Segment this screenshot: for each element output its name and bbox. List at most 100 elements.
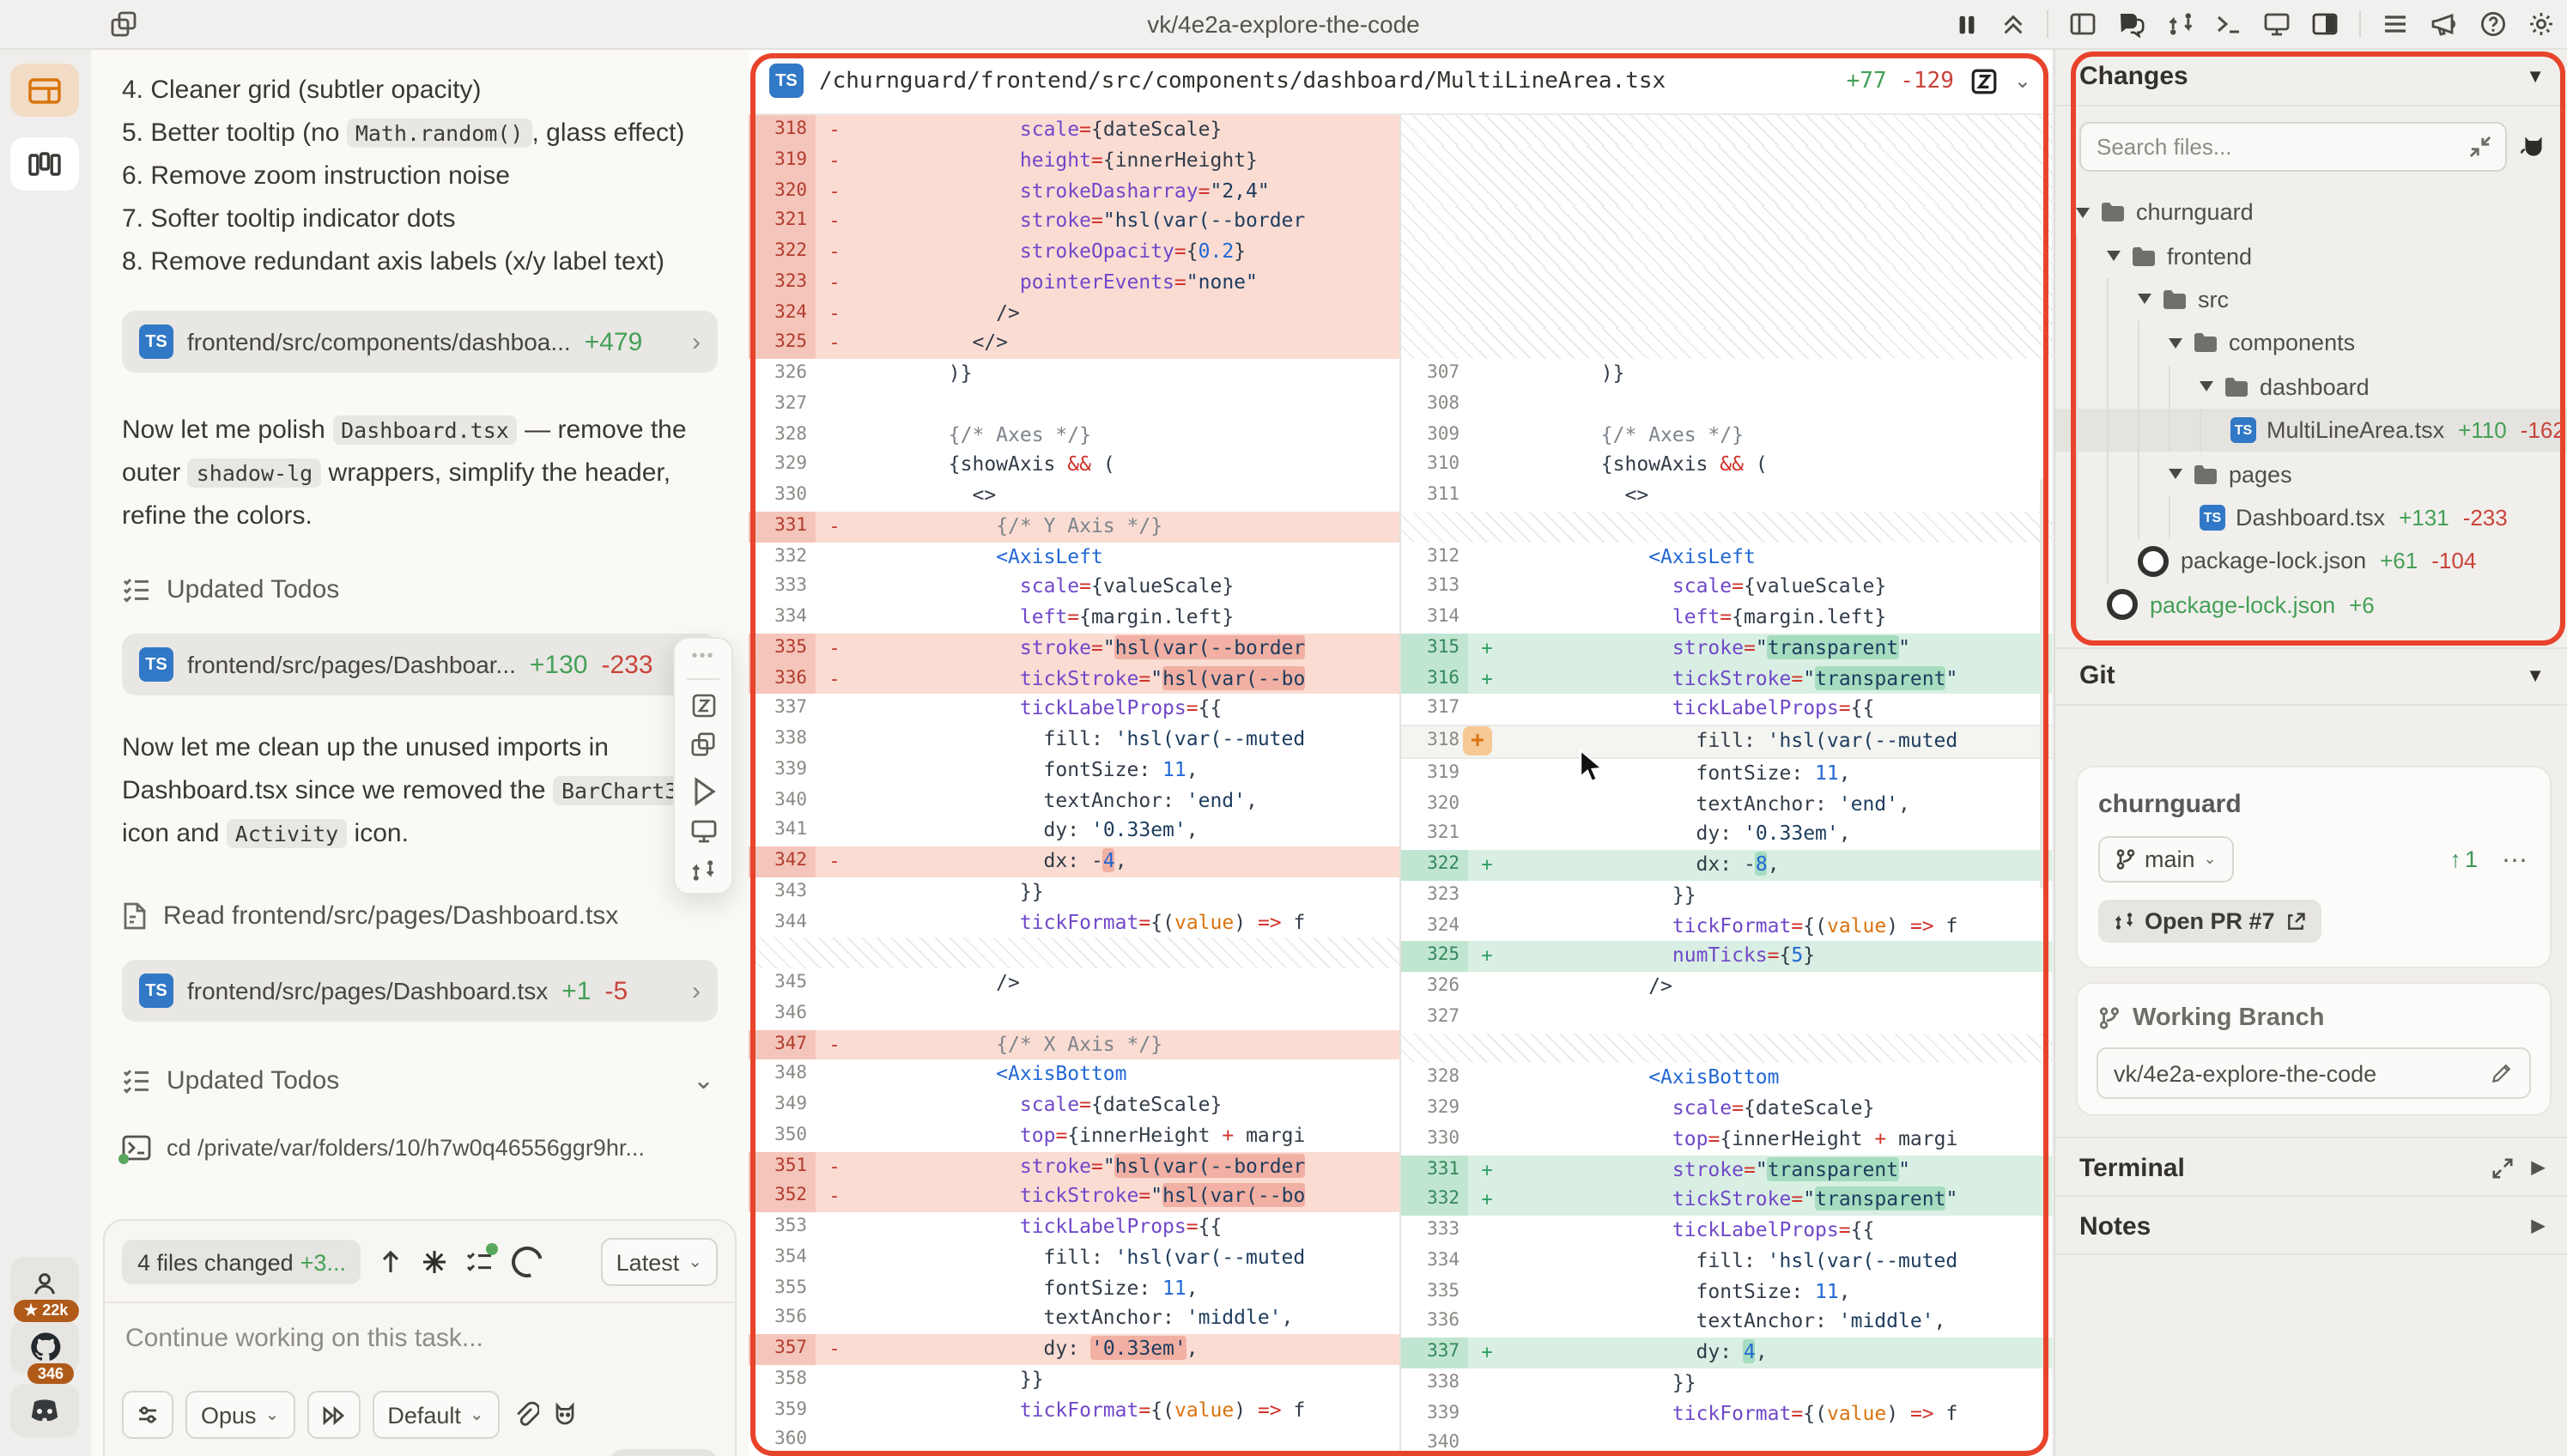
version-dropdown[interactable]: Latest ⌄ <box>601 1238 718 1286</box>
send-button[interactable]: Send <box>610 1449 718 1456</box>
tree-item-package-lock-json[interactable]: package-lock.json+6 <box>2055 583 2567 627</box>
commits-ahead[interactable]: ↑1 <box>2449 846 2478 872</box>
upload-icon[interactable] <box>379 1248 404 1276</box>
chevron-down-icon[interactable]: ⌄ <box>2014 69 2031 93</box>
megaphone-icon[interactable] <box>2430 10 2459 38</box>
menu-icon[interactable] <box>2382 10 2409 38</box>
file-diff-chip[interactable]: TS frontend/src/pages/Dashboard.tsx +1 -… <box>122 960 718 1022</box>
copy-icon[interactable] <box>690 731 716 757</box>
git-section-header[interactable]: Git ▼ <box>2055 649 2567 704</box>
code-line: fontSize: 11, <box>1506 1277 2052 1307</box>
diff-row: 323- pointerEvents="none" <box>749 268 1399 299</box>
tree-item-multilinearea-tsx[interactable]: TSMultiLineArea.tsx+110-162 <box>2055 409 2567 452</box>
discord-button[interactable] <box>10 1384 79 1437</box>
monitor-icon[interactable] <box>2263 10 2291 38</box>
assistant-paragraph: Now let me clean up the unused imports i… <box>122 726 725 855</box>
layout-tab-active[interactable] <box>10 64 79 117</box>
working-branch-label: Working Branch <box>2133 1004 2324 1032</box>
tree-item-src[interactable]: src <box>2055 278 2567 322</box>
terminal-section-header[interactable]: Terminal ▶ <box>2055 1140 2567 1195</box>
tree-item-label: package-lock.json <box>2150 592 2335 617</box>
fast-forward-button[interactable] <box>306 1391 360 1439</box>
line-number: 335 <box>749 634 816 664</box>
chevron-down-icon: ⌄ <box>265 1405 280 1424</box>
code-line: {/* Axes */} <box>1506 420 2052 451</box>
git-compare-icon[interactable] <box>2167 10 2194 38</box>
play-icon[interactable] <box>689 776 717 807</box>
code-line <box>1506 1429 2052 1456</box>
chevron-down-icon[interactable]: ⌄ <box>693 1059 714 1102</box>
diff-marker <box>816 1304 853 1335</box>
attachment-icon[interactable] <box>512 1401 539 1429</box>
burst-icon[interactable] <box>422 1248 449 1276</box>
tree-item-dashboard-tsx[interactable]: TSDashboard.tsx+131-233 <box>2055 495 2567 539</box>
cat-icon[interactable] <box>2519 132 2548 161</box>
chat-bubbles-icon[interactable] <box>2117 10 2146 38</box>
diff-row: 342- dx: -4, <box>749 846 1399 877</box>
collapse-tree-icon[interactable] <box>2469 136 2491 158</box>
tree-item-label: frontend <box>2167 243 2252 269</box>
files-changed-chip[interactable]: 4 files changed +3... <box>122 1240 361 1284</box>
tree-item-components[interactable]: components <box>2055 321 2567 365</box>
branch-dropdown[interactable]: main ⌄ <box>2098 836 2234 883</box>
line-number: 326 <box>1401 972 1468 1003</box>
tree-item-pages[interactable]: pages <box>2055 452 2567 496</box>
code-line: /> <box>853 298 1399 329</box>
more-options-icon[interactable]: ⋯ <box>2502 844 2529 875</box>
todos-row[interactable]: Updated Todos <box>122 568 725 611</box>
caret-down-icon: ▼ <box>2526 666 2545 687</box>
code-line: tickLabelProps={{ <box>1506 1216 2052 1247</box>
todo-list-icon[interactable] <box>466 1248 495 1276</box>
todos-row[interactable]: Updated Todos ⌄ <box>122 1059 725 1102</box>
diff-row: 338 }} <box>1401 1368 2052 1399</box>
diff-marker <box>1468 1094 1506 1125</box>
changes-section-header[interactable]: Changes ▼ <box>2055 48 2567 105</box>
tree-item-frontend[interactable]: frontend <box>2055 234 2567 278</box>
git-compare-icon[interactable] <box>690 857 716 884</box>
monitor-icon[interactable] <box>689 819 717 845</box>
edit-diff-icon[interactable] <box>689 692 717 719</box>
terminal-command-row[interactable]: cd /private/var/folders/10/h7w0q46556ggr… <box>122 1126 725 1169</box>
mode-dropdown[interactable]: Default ⌄ <box>372 1391 499 1439</box>
chevron-right-icon: › <box>692 969 701 1012</box>
settings-sliders-button[interactable] <box>122 1391 173 1439</box>
code-line: <AxisBottom <box>1506 1064 2052 1095</box>
tree-item-label: dashboard <box>2260 374 2370 400</box>
more-options-icon[interactable]: ••• <box>691 647 714 666</box>
deletions-count: -233 <box>2463 505 2508 531</box>
diff-row: 323 }} <box>1401 881 2052 912</box>
help-icon[interactable] <box>2479 10 2507 38</box>
scrollbar[interactable] <box>2040 477 2048 889</box>
notes-section-header[interactable]: Notes ▶ <box>2055 1198 2567 1253</box>
edit-diff-icon[interactable] <box>1969 66 1999 95</box>
pencil-icon[interactable] <box>2490 1061 2514 1085</box>
search-files-input[interactable] <box>2079 122 2507 172</box>
tree-item-dashboard[interactable]: dashboard <box>2055 365 2567 409</box>
gear-icon[interactable] <box>2528 10 2555 38</box>
file-diff-chip[interactable]: TS frontend/src/components/dashboa... +4… <box>122 311 718 373</box>
code-line: <AxisBottom <box>853 1060 1399 1091</box>
open-pr-button[interactable]: Open PR #7 <box>2098 900 2321 943</box>
indent-guide <box>2076 365 2107 409</box>
line-number: 324 <box>749 298 816 329</box>
diff-marker <box>816 1060 853 1091</box>
message-input[interactable]: Continue working on this task... <box>105 1303 735 1374</box>
pause-icon[interactable] <box>1954 11 1980 37</box>
read-file-row[interactable]: Read frontend/src/pages/Dashboard.tsx <box>122 895 725 937</box>
collapse-all-icon[interactable] <box>2000 11 2026 37</box>
kanban-tab[interactable] <box>10 137 79 191</box>
caret-down-icon <box>2169 338 2182 349</box>
diff-marker <box>816 1121 853 1152</box>
file-diff-chip[interactable]: TS frontend/src/pages/Dashboar... +130 -… <box>122 634 718 695</box>
panel-left-icon[interactable] <box>2069 10 2097 38</box>
tree-item-package-lock-json[interactable]: package-lock.json+61-104 <box>2055 539 2567 583</box>
working-branch-input[interactable]: vk/4e2a-explore-the-code <box>2097 1047 2531 1099</box>
panel-right-icon[interactable] <box>2311 10 2339 38</box>
cat-icon[interactable] <box>551 1401 579 1429</box>
diff-row: 327 <box>749 390 1399 421</box>
caret-down-icon <box>2169 469 2182 479</box>
add-comment-button[interactable]: + <box>1463 726 1492 755</box>
model-dropdown[interactable]: Opus ⌄ <box>185 1391 294 1439</box>
tree-item-churnguard[interactable]: churnguard <box>2055 191 2567 234</box>
terminal-icon[interactable] <box>2215 10 2242 38</box>
